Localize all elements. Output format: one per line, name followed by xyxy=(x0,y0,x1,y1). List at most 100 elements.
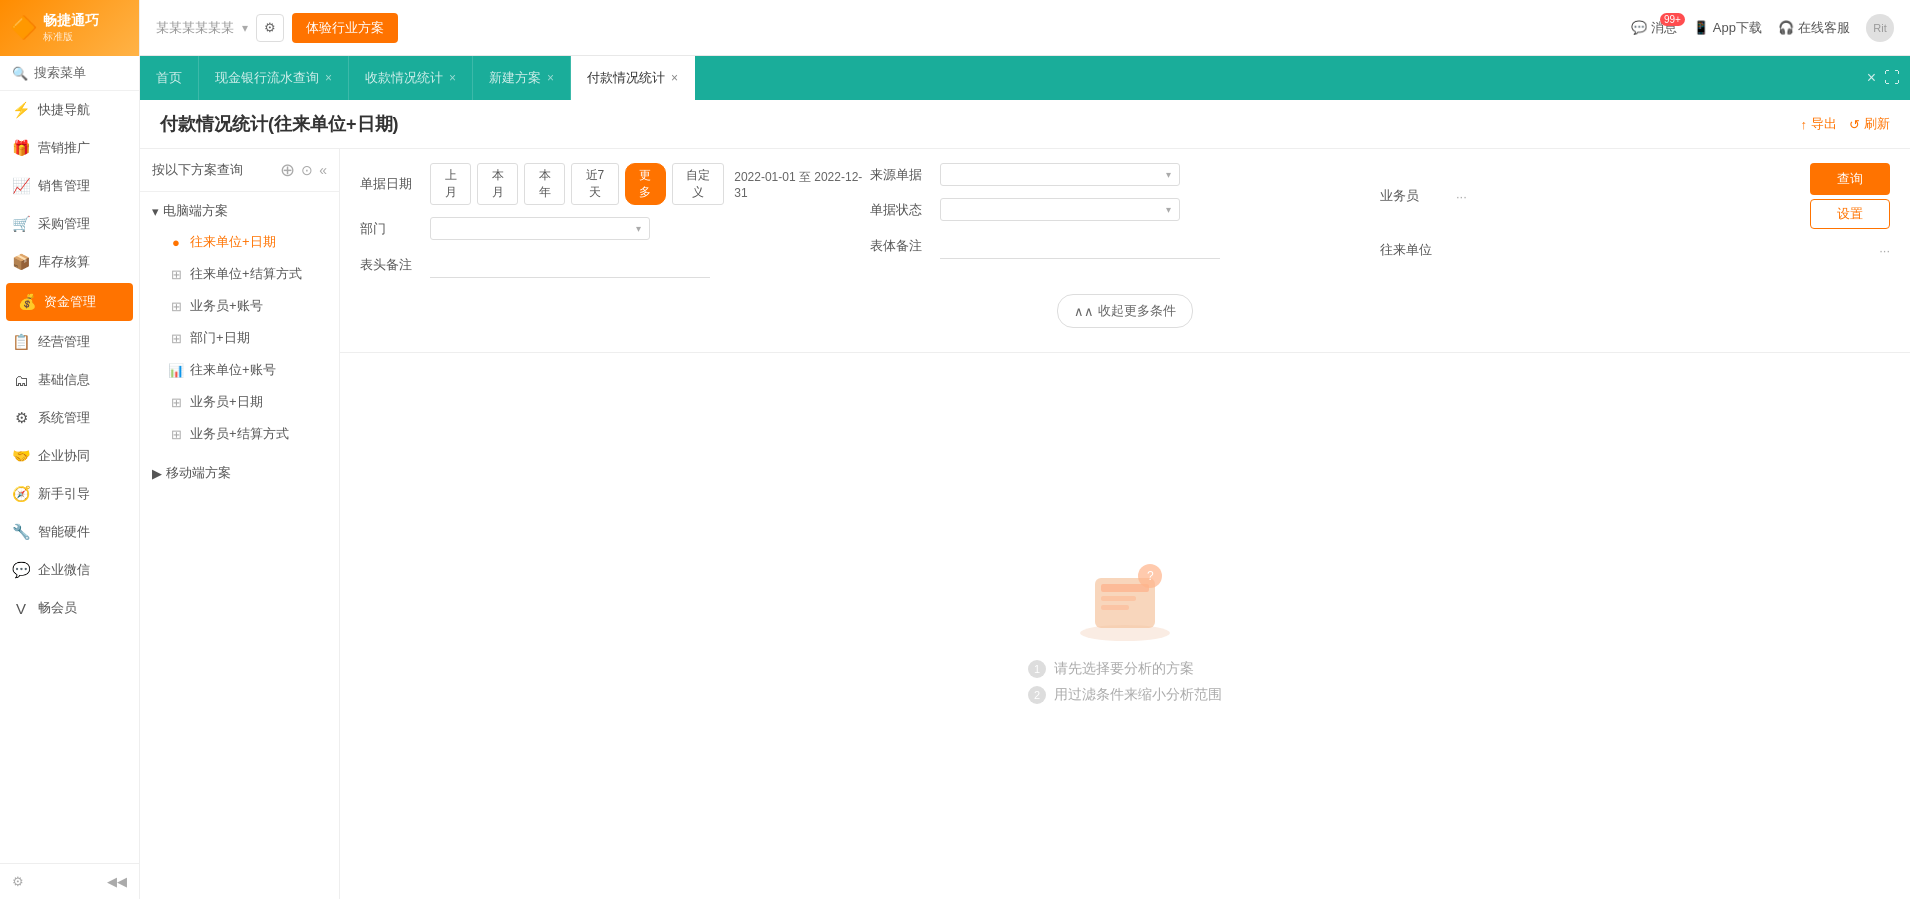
tabbar: 首页 现金银行流水查询 × 收款情况统计 × 新建方案 × 付款情况统计 × ×… xyxy=(140,56,1910,100)
sidebar-item-guide[interactable]: 🧭 新手引导 xyxy=(0,475,139,513)
source-select-arrow-icon: ▾ xyxy=(1166,169,1171,180)
sidebar-item-quick-nav[interactable]: ⚡ 快捷导航 xyxy=(0,91,139,129)
svg-rect-4 xyxy=(1101,605,1129,610)
company-arrow-icon: ▾ xyxy=(242,21,248,35)
add-scheme-button[interactable]: ⊕ xyxy=(280,159,295,181)
mobile-scheme-section: ▶ 移动端方案 xyxy=(140,454,339,492)
svg-rect-2 xyxy=(1101,584,1149,592)
tab-cashflow[interactable]: 现金银行流水查询 × xyxy=(199,56,349,100)
main-area: 某某某某某某 ▾ ⚙ 体验行业方案 💬 消息 99+ 📱 App下载 🎧 在线客… xyxy=(140,0,1910,899)
sidebar-item-cooperation[interactable]: 🤝 企业协同 xyxy=(0,437,139,475)
sidebar-item-sales[interactable]: 📈 销售管理 xyxy=(0,167,139,205)
refresh-button[interactable]: ↺ 刷新 xyxy=(1849,115,1890,133)
source-select[interactable]: ▾ xyxy=(940,163,1180,186)
export-button[interactable]: ↑ 导出 xyxy=(1801,115,1838,133)
active-scheme-icon: ● xyxy=(168,234,184,250)
doc-status-select[interactable]: ▾ xyxy=(940,198,1180,221)
collapse-more-button[interactable]: ∧∧ 收起更多条件 xyxy=(1057,294,1193,328)
collapse-icon: ∧∧ xyxy=(1074,304,1094,319)
scheme-item-staff-account[interactable]: ⊞ 业务员+账号 xyxy=(140,290,339,322)
sidebar-item-member[interactable]: V 畅会员 xyxy=(0,589,139,627)
app-download-button[interactable]: 📱 App下载 xyxy=(1693,19,1762,37)
source-filter-label: 来源单据 xyxy=(870,166,940,184)
sidebar-item-capital[interactable]: 💰 资金管理 xyxy=(6,283,133,321)
left-panel-title: 按以下方案查询 xyxy=(152,161,243,179)
scheme-config-button[interactable]: ⊙ xyxy=(301,162,313,178)
scheme-item-staff-date[interactable]: ⊞ 业务员+日期 xyxy=(140,386,339,418)
date-range-value: 2022-01-01 至 2022-12-31 xyxy=(734,169,870,200)
scheme-item-unit-date[interactable]: ● 往来单位+日期 xyxy=(140,226,339,258)
sidebar-item-hardware[interactable]: 🔧 智能硬件 xyxy=(0,513,139,551)
tab-new-scheme[interactable]: 新建方案 × xyxy=(473,56,571,100)
chevron-right-icon: ▶ xyxy=(152,466,162,481)
query-button-area: 查询 设置 xyxy=(1810,163,1890,229)
this-year-button[interactable]: 本年 xyxy=(524,163,565,205)
empty-illustration: ? xyxy=(1065,548,1185,648)
footer-collapse-icon[interactable]: ◀◀ xyxy=(107,874,127,889)
collapse-left-panel-button[interactable]: « xyxy=(319,162,327,178)
query-button[interactable]: 查询 xyxy=(1810,163,1890,195)
tab-receivable[interactable]: 收款情况统计 × xyxy=(349,56,473,100)
this-month-button[interactable]: 本月 xyxy=(477,163,518,205)
desktop-scheme-section: ▾ 电脑端方案 ● 往来单位+日期 ⊞ 往来单位+结算方式 ⊞ 业务员+账号 xyxy=(140,192,339,454)
inventory-icon: 📦 xyxy=(12,253,30,271)
scheme-item-staff-settle[interactable]: ⊞ 业务员+结算方式 xyxy=(140,418,339,450)
maximize-button[interactable]: ⛶ xyxy=(1884,69,1900,87)
footer-settings-icon[interactable]: ⚙ xyxy=(12,874,24,889)
online-service-button[interactable]: 🎧 在线客服 xyxy=(1778,19,1850,37)
trial-button[interactable]: 体验行业方案 xyxy=(292,13,398,43)
tabbar-actions: × ⛶ xyxy=(1857,56,1910,100)
scheme-item-unit-account[interactable]: 📊 往来单位+账号 xyxy=(140,354,339,386)
search-menu[interactable]: 🔍 搜索菜单 xyxy=(0,56,139,91)
dept-select[interactable]: ▾ xyxy=(430,217,650,240)
quick-nav-icon: ⚡ xyxy=(12,101,30,119)
sidebar-item-basic-info[interactable]: 🗂 基础信息 xyxy=(0,361,139,399)
tab-payment[interactable]: 付款情况统计 × xyxy=(571,56,695,100)
mobile-scheme-toggle[interactable]: ▶ 移动端方案 xyxy=(140,458,339,488)
svg-rect-3 xyxy=(1101,596,1136,601)
source-filter-section: 来源单据 ▾ 单据状态 ▾ xyxy=(870,163,1380,259)
date-filter-label: 单据日期 xyxy=(360,175,430,193)
header-note-input[interactable] xyxy=(430,252,710,278)
basic-info-icon: 🗂 xyxy=(12,371,30,389)
tab-close-payment[interactable]: × xyxy=(671,71,678,85)
export-icon: ↑ xyxy=(1801,117,1808,132)
sidebar-nav: ⚡ 快捷导航 🎁 营销推广 📈 销售管理 🛒 采购管理 📦 库存核算 💰 资金管… xyxy=(0,91,139,863)
table-scheme-icon4: ⊞ xyxy=(168,394,184,410)
page-header: 付款情况统计(往来单位+日期) ↑ 导出 ↺ 刷新 xyxy=(140,100,1910,149)
tab-close-cashflow[interactable]: × xyxy=(325,71,332,85)
sidebar-item-system[interactable]: ⚙ 系统管理 xyxy=(0,399,139,437)
body-note-input[interactable] xyxy=(940,233,1220,259)
left-panel-action-buttons: ⊕ ⊙ « xyxy=(280,159,327,181)
more-date-button[interactable]: 更多 xyxy=(625,163,666,205)
sidebar-item-operations[interactable]: 📋 经营管理 xyxy=(0,323,139,361)
tab-close-receivable[interactable]: × xyxy=(449,71,456,85)
scheme-item-dept-date[interactable]: ⊞ 部门+日期 xyxy=(140,322,339,354)
message-button[interactable]: 💬 消息 99+ xyxy=(1631,19,1677,37)
table-scheme-icon3: ⊞ xyxy=(168,330,184,346)
app-name: 畅捷通巧 xyxy=(43,12,99,30)
dept-select-arrow-icon: ▾ xyxy=(636,223,641,234)
page-actions: ↑ 导出 ↺ 刷新 xyxy=(1801,115,1891,133)
related-unit-more-button[interactable]: ··· xyxy=(1879,243,1890,258)
scheme-item-unit-settle[interactable]: ⊞ 往来单位+结算方式 xyxy=(140,258,339,290)
tab-close-new-scheme[interactable]: × xyxy=(547,71,554,85)
sidebar-item-marketing[interactable]: 🎁 营销推广 xyxy=(0,129,139,167)
table-scheme-icon5: ⊞ xyxy=(168,426,184,442)
last-month-button[interactable]: 上月 xyxy=(430,163,471,205)
purchase-icon: 🛒 xyxy=(12,215,30,233)
staff-more-button[interactable]: ··· xyxy=(1456,189,1467,204)
message-badge: 99+ xyxy=(1660,13,1685,26)
tab-home[interactable]: 首页 xyxy=(140,56,199,100)
desktop-scheme-toggle[interactable]: ▾ 电脑端方案 xyxy=(140,196,339,226)
settings-small-button[interactable]: 设置 xyxy=(1810,199,1890,229)
sidebar-item-wechat[interactable]: 💬 企业微信 xyxy=(0,551,139,589)
refresh-icon: ↺ xyxy=(1849,117,1860,132)
custom-date-button[interactable]: 自定义 xyxy=(672,163,725,205)
sidebar-item-purchase[interactable]: 🛒 采购管理 xyxy=(0,205,139,243)
user-avatar[interactable]: Rit xyxy=(1866,14,1894,42)
sidebar-item-inventory[interactable]: 📦 库存核算 xyxy=(0,243,139,281)
close-all-tabs-button[interactable]: × xyxy=(1867,69,1876,87)
last-7-days-button[interactable]: 近7天 xyxy=(571,163,618,205)
topbar-settings-button[interactable]: ⚙ xyxy=(256,14,284,42)
